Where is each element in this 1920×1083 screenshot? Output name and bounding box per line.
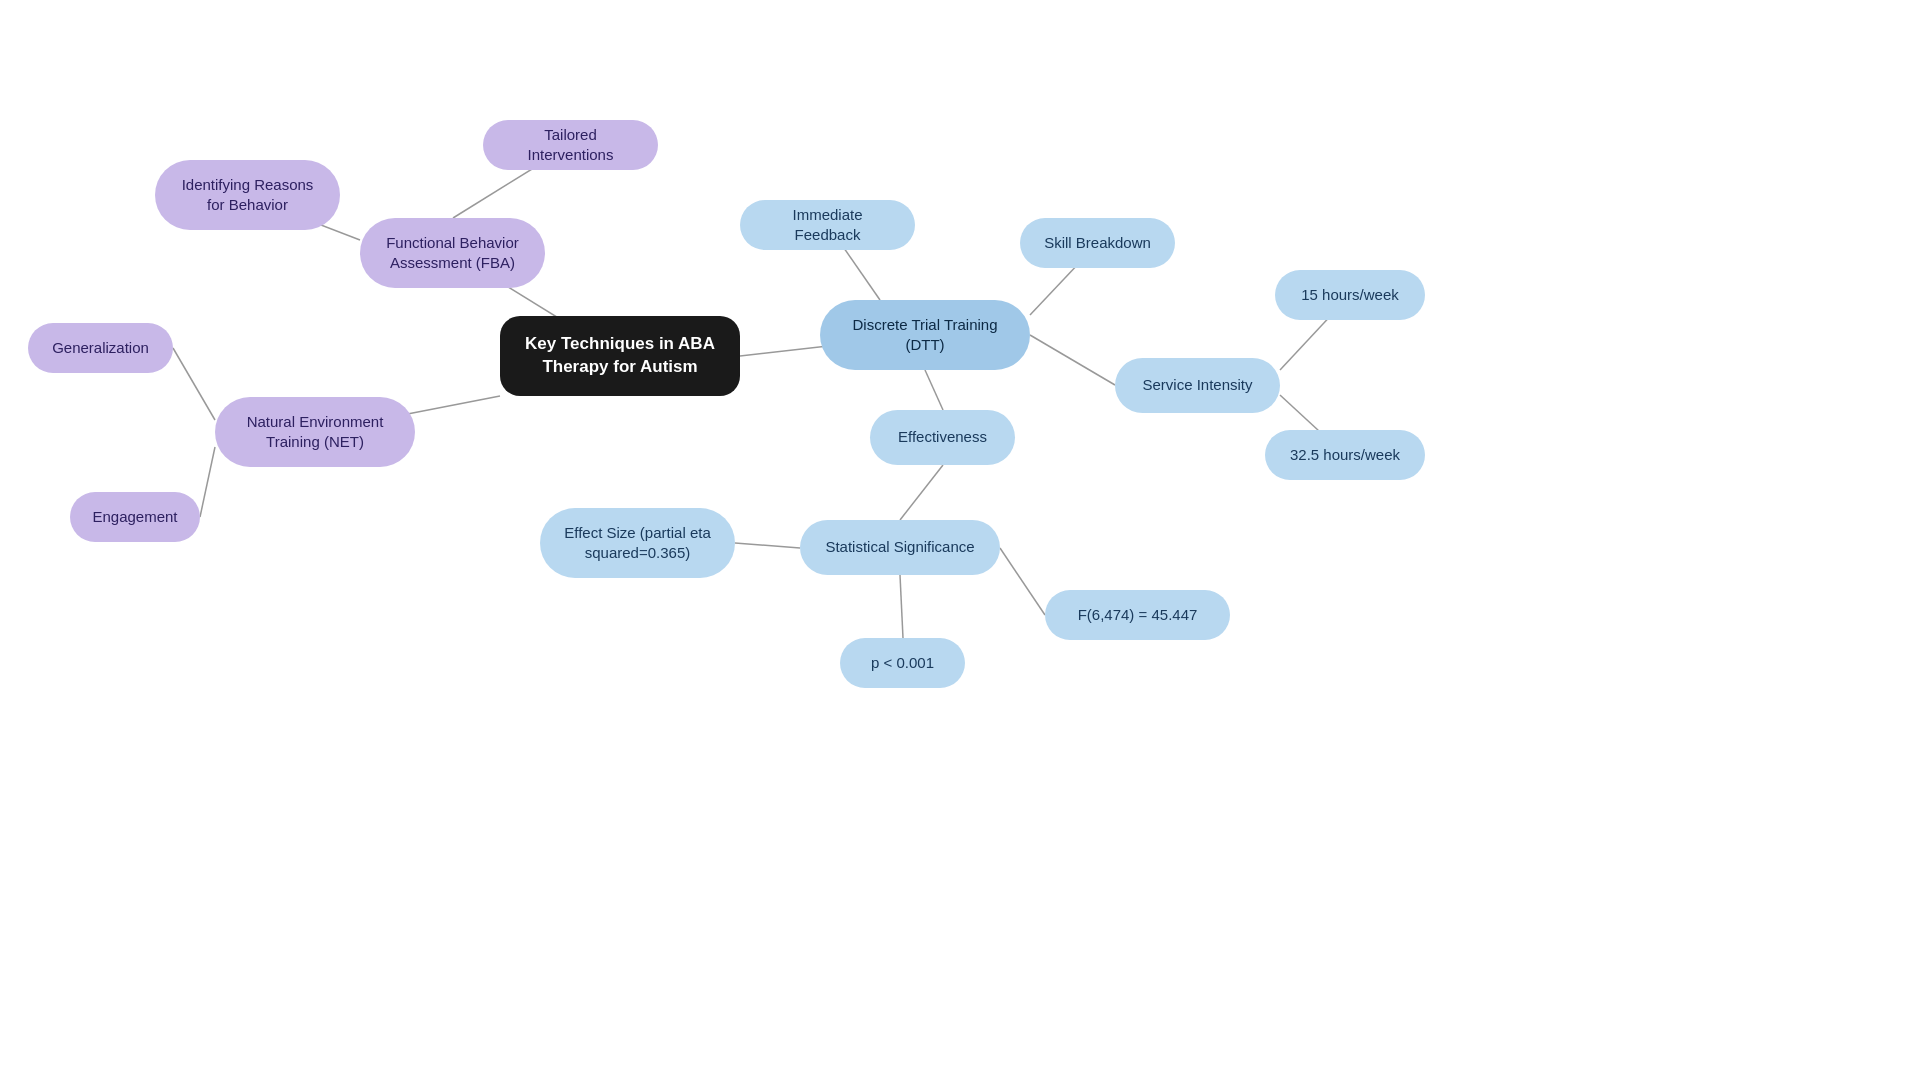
- center-node: Key Techniques in ABA Therapy for Autism: [500, 316, 740, 396]
- identifying-node: Identifying Reasons for Behavior: [155, 160, 340, 230]
- p-value-node: p < 0.001: [840, 638, 965, 688]
- effect-size-node: Effect Size (partial eta squared=0.365): [540, 508, 735, 578]
- immediate-feedback-node: Immediate Feedback: [740, 200, 915, 250]
- hours-325-node: 32.5 hours/week: [1265, 430, 1425, 480]
- dtt-node: Discrete Trial Training (DTT): [820, 300, 1030, 370]
- effectiveness-node: Effectiveness: [870, 410, 1015, 465]
- svg-line-15: [1000, 548, 1045, 615]
- svg-line-13: [900, 465, 943, 520]
- statistical-significance-node: Statistical Significance: [800, 520, 1000, 575]
- fba-node: Functional Behavior Assessment (FBA): [360, 218, 545, 288]
- engagement-node: Engagement: [70, 492, 200, 542]
- tailored-node: Tailored Interventions: [483, 120, 658, 170]
- svg-line-5: [200, 447, 215, 517]
- svg-line-16: [900, 575, 903, 638]
- svg-line-14: [735, 543, 800, 548]
- svg-line-4: [173, 348, 215, 420]
- generalization-node: Generalization: [28, 323, 173, 373]
- svg-line-9: [1030, 335, 1115, 385]
- net-node: Natural Environment Training (NET): [215, 397, 415, 467]
- svg-line-12: [925, 370, 943, 410]
- hours-15-node: 15 hours/week: [1275, 270, 1425, 320]
- service-intensity-node: Service Intensity: [1115, 358, 1280, 413]
- f-value-node: F(6,474) = 45.447: [1045, 590, 1230, 640]
- skill-breakdown-node: Skill Breakdown: [1020, 218, 1175, 268]
